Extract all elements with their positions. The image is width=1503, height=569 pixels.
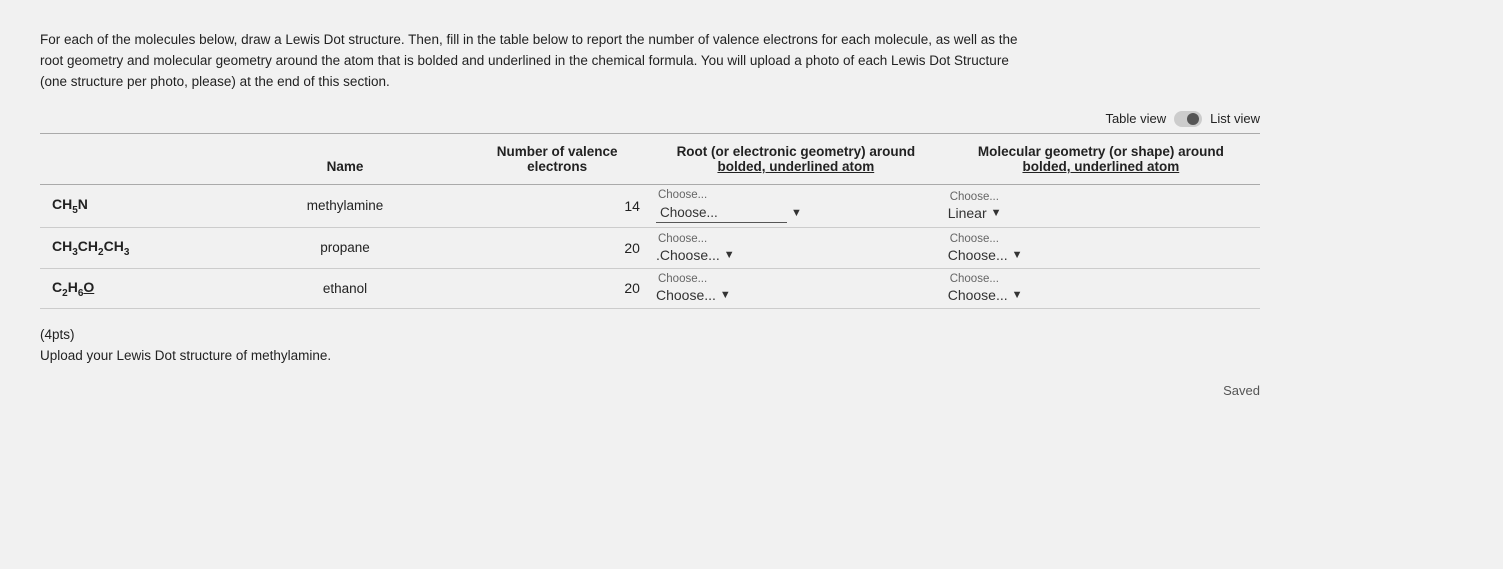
table-header-row: Name Number of valence electrons Root (o…: [40, 134, 1260, 185]
name-cell-methylamine: methylamine: [226, 184, 465, 227]
main-table-wrapper: Name Number of valence electrons Root (o…: [40, 133, 1260, 310]
molecular-hint-2: Choose...: [948, 233, 1254, 245]
valence-cell-14: 14: [464, 184, 650, 227]
bottom-section: (4pts) Upload your Lewis Dot structure o…: [40, 327, 940, 363]
data-table: Name Number of valence electrons Root (o…: [40, 134, 1260, 310]
name-header: Name: [226, 134, 465, 185]
saved-status: Saved: [40, 383, 1260, 398]
root-dropdown-cell-3: Choose... Choose... ▼: [650, 268, 942, 309]
molecular-header: Molecular geometry (or shape) around bol…: [942, 134, 1260, 185]
molecular-header-underline: bolded, underlined atom: [1022, 159, 1179, 174]
molecular-hint-3: Choose...: [948, 273, 1254, 285]
root-header-underline: bolded, underlined atom: [717, 159, 874, 174]
root-hint-1: Choose...: [656, 189, 936, 201]
name-cell-ethanol: ethanol: [226, 268, 465, 309]
formula-cell-ch5n: CH5N: [40, 184, 226, 227]
root-header: Root (or electronic geometry) around bol…: [650, 134, 942, 185]
molecular-dropdown-cell-2: Choose... Choose... ▼: [942, 227, 1260, 268]
view-toggle-switch[interactable]: [1174, 111, 1202, 127]
molecular-value-1: Linear: [948, 205, 987, 221]
root-dropdown-cell-1: Choose... Choose... Linear Trigonal Plan…: [650, 184, 942, 227]
valence-cell-20a: 20: [464, 227, 650, 268]
upload-label[interactable]: Upload your Lewis Dot structure of methy…: [40, 348, 940, 363]
root-hint-3: Choose...: [656, 273, 936, 285]
root-arrow-3[interactable]: ▼: [720, 289, 731, 301]
molecular-arrow-3[interactable]: ▼: [1012, 289, 1023, 301]
root-value-2: .Choose...: [656, 247, 720, 263]
root-arrow-1: ▼: [791, 207, 802, 219]
name-cell-propane: propane: [226, 227, 465, 268]
points-label: (4pts): [40, 327, 940, 342]
root-hint-2: Choose...: [656, 233, 936, 245]
formula-header: [40, 134, 226, 185]
valence-cell-20b: 20: [464, 268, 650, 309]
root-value-3: Choose...: [656, 287, 716, 303]
valence-header: Number of valence electrons: [464, 134, 650, 185]
molecular-dropdown-cell-3: Choose... Choose... ▼: [942, 268, 1260, 309]
view-toggle-bar: Table view List view: [40, 111, 1260, 127]
molecular-arrow-2[interactable]: ▼: [1012, 249, 1023, 261]
list-view-label[interactable]: List view: [1210, 111, 1260, 126]
formula-cell-propane: CH3CH2CH3: [40, 227, 226, 268]
formula-cell-ethanol: C2H6O: [40, 268, 226, 309]
molecular-value-3: Choose...: [948, 287, 1008, 303]
root-select-1[interactable]: Choose... Linear Trigonal Planar Tetrahe…: [656, 203, 787, 223]
molecular-arrow-1[interactable]: ▼: [991, 207, 1002, 219]
molecular-dropdown-cell-1: Choose... Linear ▼: [942, 184, 1260, 227]
root-arrow-2[interactable]: ▼: [724, 249, 735, 261]
instructions-text: For each of the molecules below, draw a …: [40, 30, 1020, 93]
molecular-hint-1: Choose...: [948, 191, 1254, 203]
table-row: CH5N methylamine 14 Choose... Choose... …: [40, 184, 1260, 227]
molecular-value-2: Choose...: [948, 247, 1008, 263]
table-row: CH3CH2CH3 propane 20 Choose... .Choose..…: [40, 227, 1260, 268]
table-view-label[interactable]: Table view: [1105, 111, 1166, 126]
table-row: C2H6O ethanol 20 Choose... Choose... ▼: [40, 268, 1260, 309]
root-dropdown-cell-2: Choose... .Choose... ▼: [650, 227, 942, 268]
